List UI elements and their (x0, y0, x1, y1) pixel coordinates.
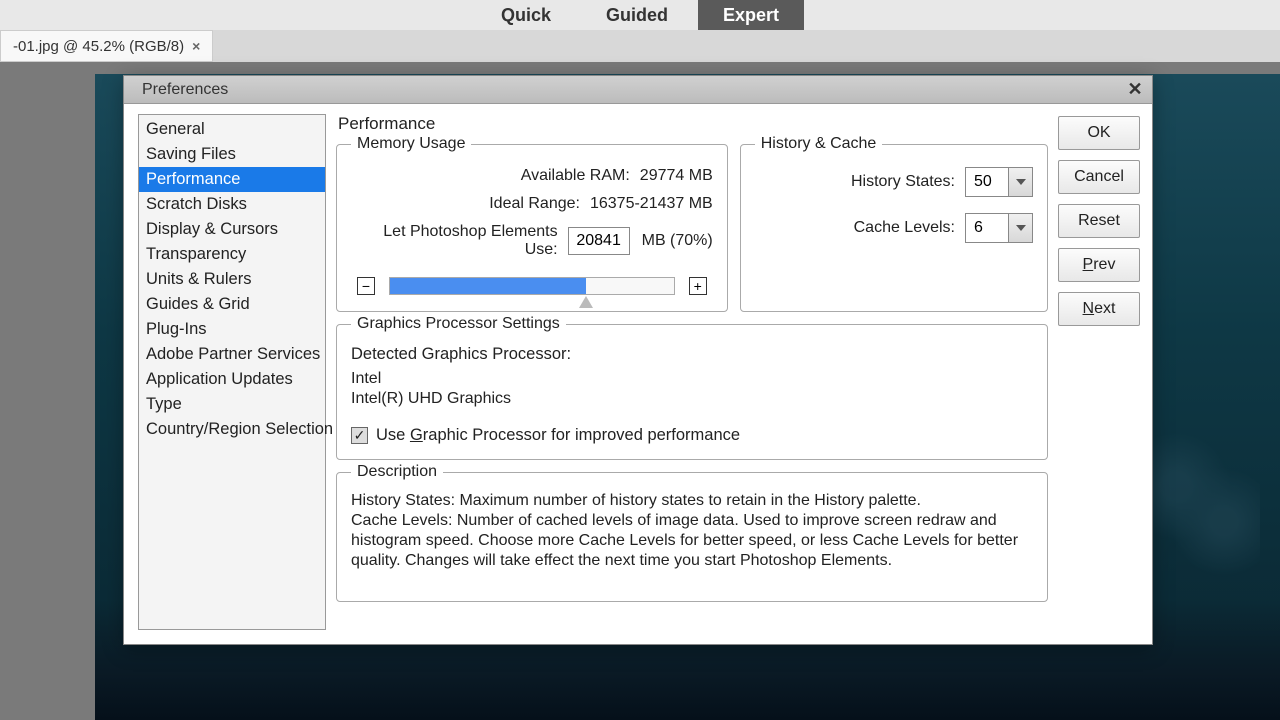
dialog-buttons: OK Cancel Reset Prev Next (1058, 114, 1140, 630)
sidebar-item-country-region-selection[interactable]: Country/Region Selection (139, 417, 325, 442)
history-states-label: History States: (851, 173, 955, 191)
history-cache-group: History & Cache History States: 50 Cache… (740, 144, 1048, 312)
sidebar-item-performance[interactable]: Performance (139, 167, 325, 192)
sidebar-item-application-updates[interactable]: Application Updates (139, 367, 325, 392)
document-tab[interactable]: -01.jpg @ 45.2% (RGB/8) × (0, 30, 213, 62)
prev-button[interactable]: Prev (1058, 248, 1140, 282)
gpu-legend: Graphics Processor Settings (351, 315, 566, 333)
gpu-settings-group: Graphics Processor Settings Detected Gra… (336, 324, 1048, 460)
cancel-button[interactable]: Cancel (1058, 160, 1140, 194)
cache-levels-label: Cache Levels: (854, 219, 955, 237)
preferences-dialog: Preferences ✕ GeneralSaving FilesPerform… (123, 75, 1153, 645)
history-cache-legend: History & Cache (755, 135, 883, 153)
panel-title: Performance (336, 114, 1048, 134)
history-states-value: 50 (966, 168, 1008, 196)
cache-levels-value: 6 (966, 214, 1008, 242)
available-ram-value: 29774 MB (640, 167, 713, 185)
detected-gpu-label: Detected Graphics Processor: (351, 345, 1033, 364)
memory-use-label: Let Photoshop Elements Use: (351, 223, 558, 259)
memory-use-input[interactable] (568, 227, 630, 255)
gpu-vendor: Intel (351, 370, 1033, 388)
preferences-sidebar: GeneralSaving FilesPerformanceScratch Di… (138, 114, 326, 630)
cache-levels-combo[interactable]: 6 (965, 213, 1033, 243)
sidebar-item-display-cursors[interactable]: Display & Cursors (139, 217, 325, 242)
sidebar-item-type[interactable]: Type (139, 392, 325, 417)
sidebar-item-transparency[interactable]: Transparency (139, 242, 325, 267)
memory-usage-group: Memory Usage Available RAM: 29774 MB Ide… (336, 144, 728, 312)
sidebar-item-units-rulers[interactable]: Units & Rulers (139, 267, 325, 292)
close-document-icon[interactable]: × (192, 38, 200, 54)
next-button[interactable]: Next (1058, 292, 1140, 326)
mode-tabs: Quick Guided Expert (0, 0, 1280, 30)
tab-expert[interactable]: Expert (698, 0, 804, 31)
memory-increase-button[interactable]: + (689, 277, 707, 295)
memory-slider-thumb[interactable] (579, 296, 593, 308)
sidebar-item-adobe-partner-services[interactable]: Adobe Partner Services (139, 342, 325, 367)
dialog-title: Preferences (142, 81, 228, 99)
sidebar-item-guides-grid[interactable]: Guides & Grid (139, 292, 325, 317)
sidebar-item-scratch-disks[interactable]: Scratch Disks (139, 192, 325, 217)
reset-button[interactable]: Reset (1058, 204, 1140, 238)
description-legend: Description (351, 463, 443, 481)
history-states-combo[interactable]: 50 (965, 167, 1033, 197)
chevron-down-icon[interactable] (1008, 214, 1032, 242)
memory-decrease-button[interactable]: − (357, 277, 375, 295)
tab-quick[interactable]: Quick (476, 0, 576, 31)
chevron-down-icon[interactable] (1008, 168, 1032, 196)
available-ram-label: Available RAM: (351, 167, 630, 185)
gpu-name: Intel(R) UHD Graphics (351, 390, 1033, 408)
ok-button[interactable]: OK (1058, 116, 1140, 150)
memory-use-suffix: MB (70%) (642, 232, 713, 250)
description-group: Description History States: Maximum numb… (336, 472, 1048, 602)
use-gpu-label: Use Graphic Processor for improved perfo… (376, 426, 740, 445)
sidebar-item-saving-files[interactable]: Saving Files (139, 142, 325, 167)
close-dialog-button[interactable]: ✕ (1124, 79, 1146, 101)
dialog-titlebar[interactable]: Preferences ✕ (124, 76, 1152, 104)
sidebar-item-plug-ins[interactable]: Plug-Ins (139, 317, 325, 342)
sidebar-item-general[interactable]: General (139, 117, 325, 142)
document-tab-bar: -01.jpg @ 45.2% (RGB/8) × (0, 30, 1280, 62)
ideal-range-value: 16375-21437 MB (590, 195, 713, 213)
memory-usage-legend: Memory Usage (351, 135, 471, 153)
ideal-range-label: Ideal Range: (351, 195, 580, 213)
memory-slider[interactable] (389, 277, 675, 295)
preferences-main-panel: Performance Memory Usage Available RAM: … (336, 114, 1048, 630)
tab-guided[interactable]: Guided (581, 0, 693, 31)
memory-slider-fill (390, 278, 586, 294)
description-text: History States: Maximum number of histor… (351, 491, 1033, 571)
document-tab-label: -01.jpg @ 45.2% (RGB/8) (13, 38, 184, 55)
use-gpu-checkbox[interactable]: ✓ (351, 427, 368, 444)
